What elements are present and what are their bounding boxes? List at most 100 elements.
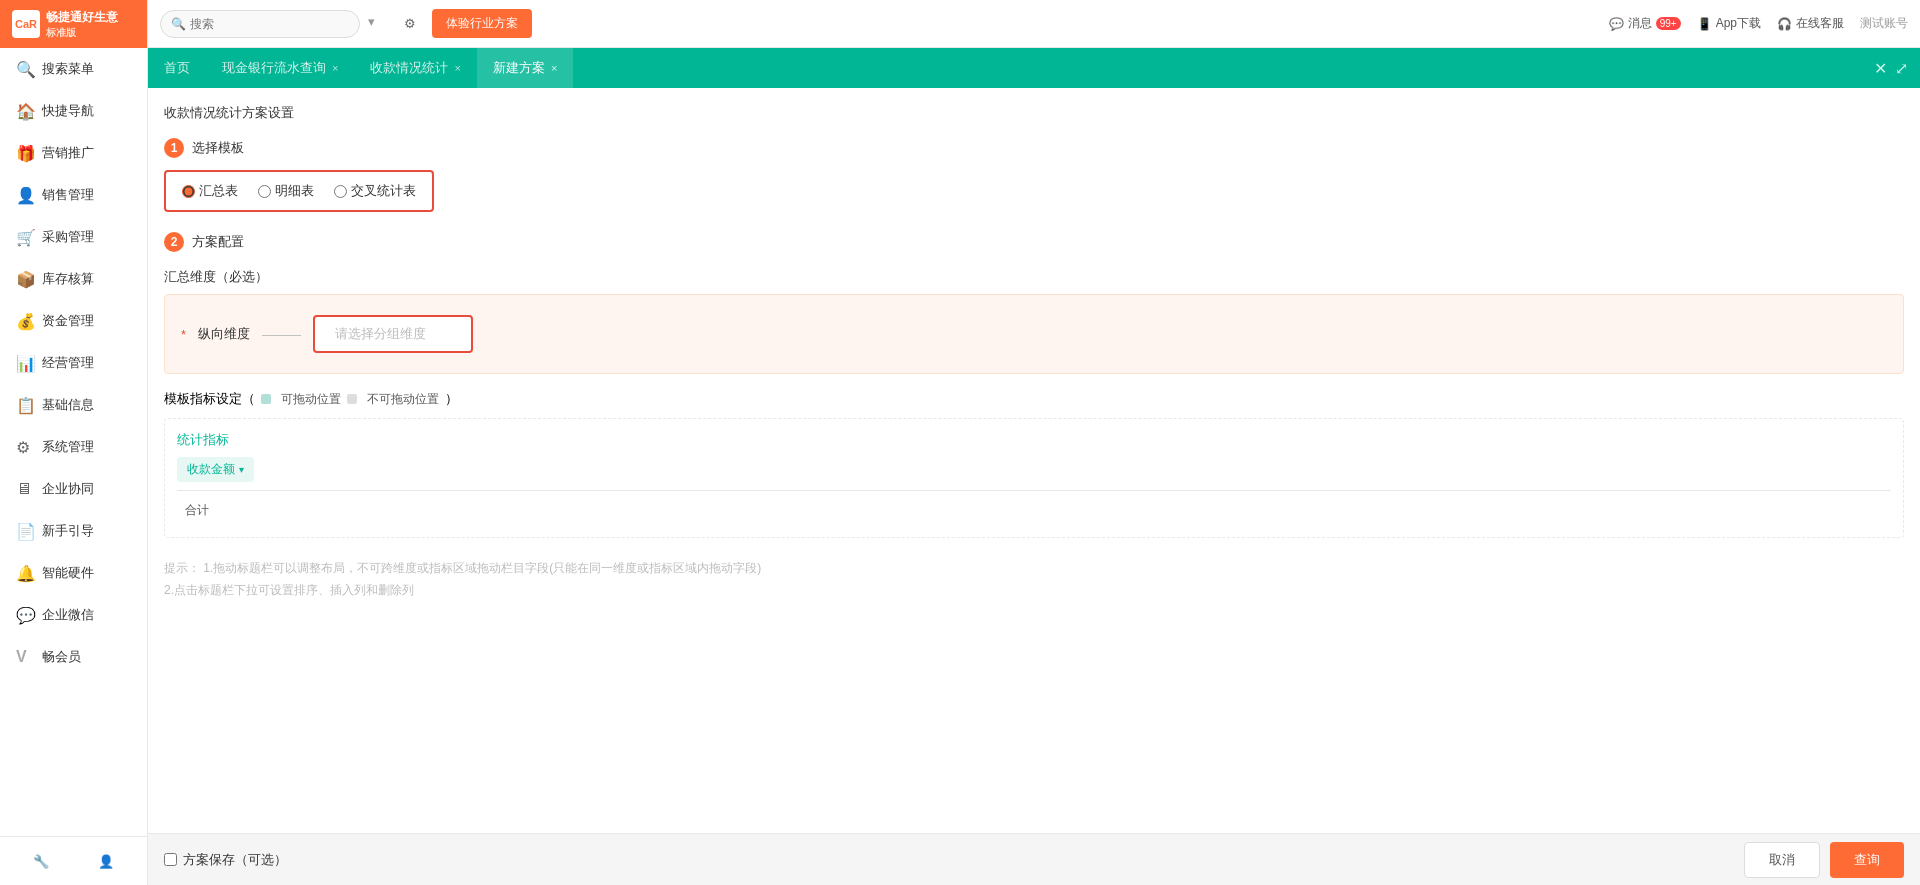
- app-download-item[interactable]: 📱 App下载: [1697, 15, 1761, 32]
- search-input[interactable]: [190, 17, 340, 31]
- cancel-button[interactable]: 取消: [1744, 842, 1820, 878]
- radio-summary-input[interactable]: [182, 185, 195, 198]
- message-icon-item[interactable]: 💬 消息 99+: [1609, 15, 1681, 32]
- page-title: 收款情况统计方案设置: [164, 104, 1904, 122]
- step1-header: 1 选择模板: [164, 138, 1904, 158]
- box-icon: 📦: [16, 270, 34, 288]
- settings-gear-icon[interactable]: ⚙: [396, 10, 424, 38]
- sidebar-bottom-icon2[interactable]: 👤: [90, 845, 122, 877]
- radio-cross-label: 交叉统计表: [351, 182, 416, 200]
- radio-detail-input[interactable]: [258, 185, 271, 198]
- tab-expand-icon[interactable]: ⤢: [1895, 59, 1908, 78]
- select-dimension-placeholder: 请选择分组维度: [335, 326, 426, 341]
- summary-dimension-label: 汇总维度（必选）: [164, 268, 1904, 286]
- sidebar-item-label: 经营管理: [42, 354, 94, 372]
- collection-amount-label: 收款金额: [187, 461, 235, 478]
- gift-icon: 🎁: [16, 144, 34, 162]
- cart-icon: 🛒: [16, 228, 34, 246]
- sidebar-item-basic-info[interactable]: 📋 基础信息: [0, 384, 147, 426]
- radio-cross[interactable]: 交叉统计表: [334, 182, 416, 200]
- hint-1: 提示： 1.拖动标题栏可以调整布局，不可跨维度或指标区域拖动栏目字段(只能在同一…: [164, 558, 1904, 580]
- app-icon: 📱: [1697, 17, 1712, 31]
- sidebar-item-enterprise[interactable]: 🖥 企业协同: [0, 468, 147, 510]
- gear-icon: ⚙: [16, 438, 34, 456]
- search-box[interactable]: 🔍: [160, 10, 360, 38]
- indicator-category-label: 统计指标: [177, 431, 1891, 449]
- tabbar-controls: ✕ ⤢: [1862, 48, 1920, 88]
- radio-summary[interactable]: 汇总表: [182, 182, 238, 200]
- sidebar-item-guide[interactable]: 📄 新手引导: [0, 510, 147, 552]
- tab-home[interactable]: 首页: [148, 48, 206, 88]
- tab-cashflow-close[interactable]: ×: [332, 62, 338, 74]
- sidebar-item-hardware[interactable]: 🔔 智能硬件: [0, 552, 147, 594]
- sidebar-bottom: 🔧 👤: [0, 836, 147, 885]
- save-checkbox[interactable]: [164, 853, 177, 866]
- tab-new-plan[interactable]: 新建方案 ×: [477, 48, 573, 88]
- chart-icon: 📊: [16, 354, 34, 372]
- select-dimension-dropdown[interactable]: 请选择分组维度: [313, 315, 473, 353]
- content-area: 收款情况统计方案设置 1 选择模板 汇总表 明细表: [148, 88, 1920, 885]
- sidebar-item-member[interactable]: V 畅会员: [0, 636, 147, 678]
- non-draggable-indicator: [347, 394, 357, 404]
- tab-collection-close[interactable]: ×: [454, 62, 460, 74]
- vip-icon: V: [16, 648, 34, 666]
- indicators-section: 模板指标设定（ 可拖动位置 不可拖动位置 ） 统计指标 收款金额 ▾: [164, 390, 1904, 538]
- step1-title: 选择模板: [192, 139, 244, 157]
- radio-cross-input[interactable]: [334, 185, 347, 198]
- tab-home-label: 首页: [164, 59, 190, 77]
- radio-detail[interactable]: 明细表: [258, 182, 314, 200]
- tab-cashflow[interactable]: 现金银行流水查询 ×: [206, 48, 354, 88]
- tab-collection[interactable]: 收款情况统计 ×: [354, 48, 476, 88]
- step1-num: 1: [164, 138, 184, 158]
- money-icon: 💰: [16, 312, 34, 330]
- sidebar-item-search[interactable]: 🔍 搜索菜单: [0, 48, 147, 90]
- drag-cannot-label: 不可拖动位置: [367, 391, 439, 408]
- collection-amount-tag[interactable]: 收款金额 ▾: [177, 457, 254, 482]
- dropdown-icon[interactable]: ▾: [368, 14, 388, 34]
- indicator-row: 收款金额 ▾: [177, 457, 1891, 482]
- drag-can-label: 可拖动位置: [281, 391, 341, 408]
- sidebar-item-system[interactable]: ⚙ 系统管理: [0, 426, 147, 468]
- user-name: 测试账号: [1860, 15, 1908, 32]
- tab-close-all-icon[interactable]: ✕: [1874, 59, 1887, 78]
- save-label: 方案保存（可选）: [183, 851, 287, 869]
- sidebar-bottom-icon1[interactable]: 🔧: [25, 845, 57, 877]
- sidebar-item-finance[interactable]: 💰 资金管理: [0, 300, 147, 342]
- sidebar-item-purchase[interactable]: 🛒 采购管理: [0, 216, 147, 258]
- message-icon: 💬: [1609, 17, 1624, 31]
- sidebar-item-label: 智能硬件: [42, 564, 94, 582]
- query-button[interactable]: 查询: [1830, 842, 1904, 878]
- monitor-icon: 🖥: [16, 480, 34, 498]
- app-label: App下载: [1716, 15, 1761, 32]
- online-service-item[interactable]: 🎧 在线客服: [1777, 15, 1844, 32]
- sidebar-item-marketing[interactable]: 🎁 营销推广: [0, 132, 147, 174]
- sidebar-item-sales[interactable]: 👤 销售管理: [0, 174, 147, 216]
- required-asterisk: *: [181, 327, 186, 342]
- sidebar-item-inventory[interactable]: 📦 库存核算: [0, 258, 147, 300]
- logo-icon: CaR: [12, 10, 40, 38]
- dimension-row: * 纵向维度 ——— 请选择分组维度: [181, 315, 1887, 353]
- main-content: 收款情况统计方案设置 1 选择模板 汇总表 明细表: [148, 88, 1920, 885]
- topbar: 🔍 ▾ ⚙ 体验行业方案 💬 消息 99+ 📱 App下载 🎧 在线客服 测试账…: [148, 0, 1920, 48]
- arrow-icon: ———: [262, 327, 301, 342]
- tab-new-plan-close[interactable]: ×: [551, 62, 557, 74]
- sidebar-item-label: 基础信息: [42, 396, 94, 414]
- step2-title: 方案配置: [192, 233, 244, 251]
- hints-area: 提示： 1.拖动标题栏可以调整布局，不可跨维度或指标区域拖动栏目字段(只能在同一…: [164, 558, 1904, 601]
- sidebar-item-management[interactable]: 📊 经营管理: [0, 342, 147, 384]
- sidebar-item-label: 畅会员: [42, 648, 81, 666]
- step1-section: 1 选择模板 汇总表 明细表 交叉统计表: [164, 138, 1904, 212]
- sidebar-item-label: 资金管理: [42, 312, 94, 330]
- industry-plan-button[interactable]: 体验行业方案: [432, 9, 532, 38]
- tabbar: 首页 现金银行流水查询 × 收款情况统计 × 新建方案 × ✕ ⤢: [148, 48, 1920, 88]
- sidebar: CaR 畅捷通好生意 标准版 🔍 搜索菜单 🏠 快捷导航 🎁 营销推广 👤 销售…: [0, 0, 148, 885]
- list-icon: 📋: [16, 396, 34, 414]
- radio-detail-label: 明细表: [275, 182, 314, 200]
- home-icon: 🏠: [16, 102, 34, 120]
- sidebar-item-wechat[interactable]: 💬 企业微信: [0, 594, 147, 636]
- topbar-right: 💬 消息 99+ 📱 App下载 🎧 在线客服 测试账号: [1609, 15, 1908, 32]
- dimension-area: * 纵向维度 ——— 请选择分组维度: [164, 294, 1904, 374]
- sidebar-item-nav[interactable]: 🏠 快捷导航: [0, 90, 147, 132]
- msg-badge: 99+: [1656, 17, 1681, 30]
- doc-icon: 📄: [16, 522, 34, 540]
